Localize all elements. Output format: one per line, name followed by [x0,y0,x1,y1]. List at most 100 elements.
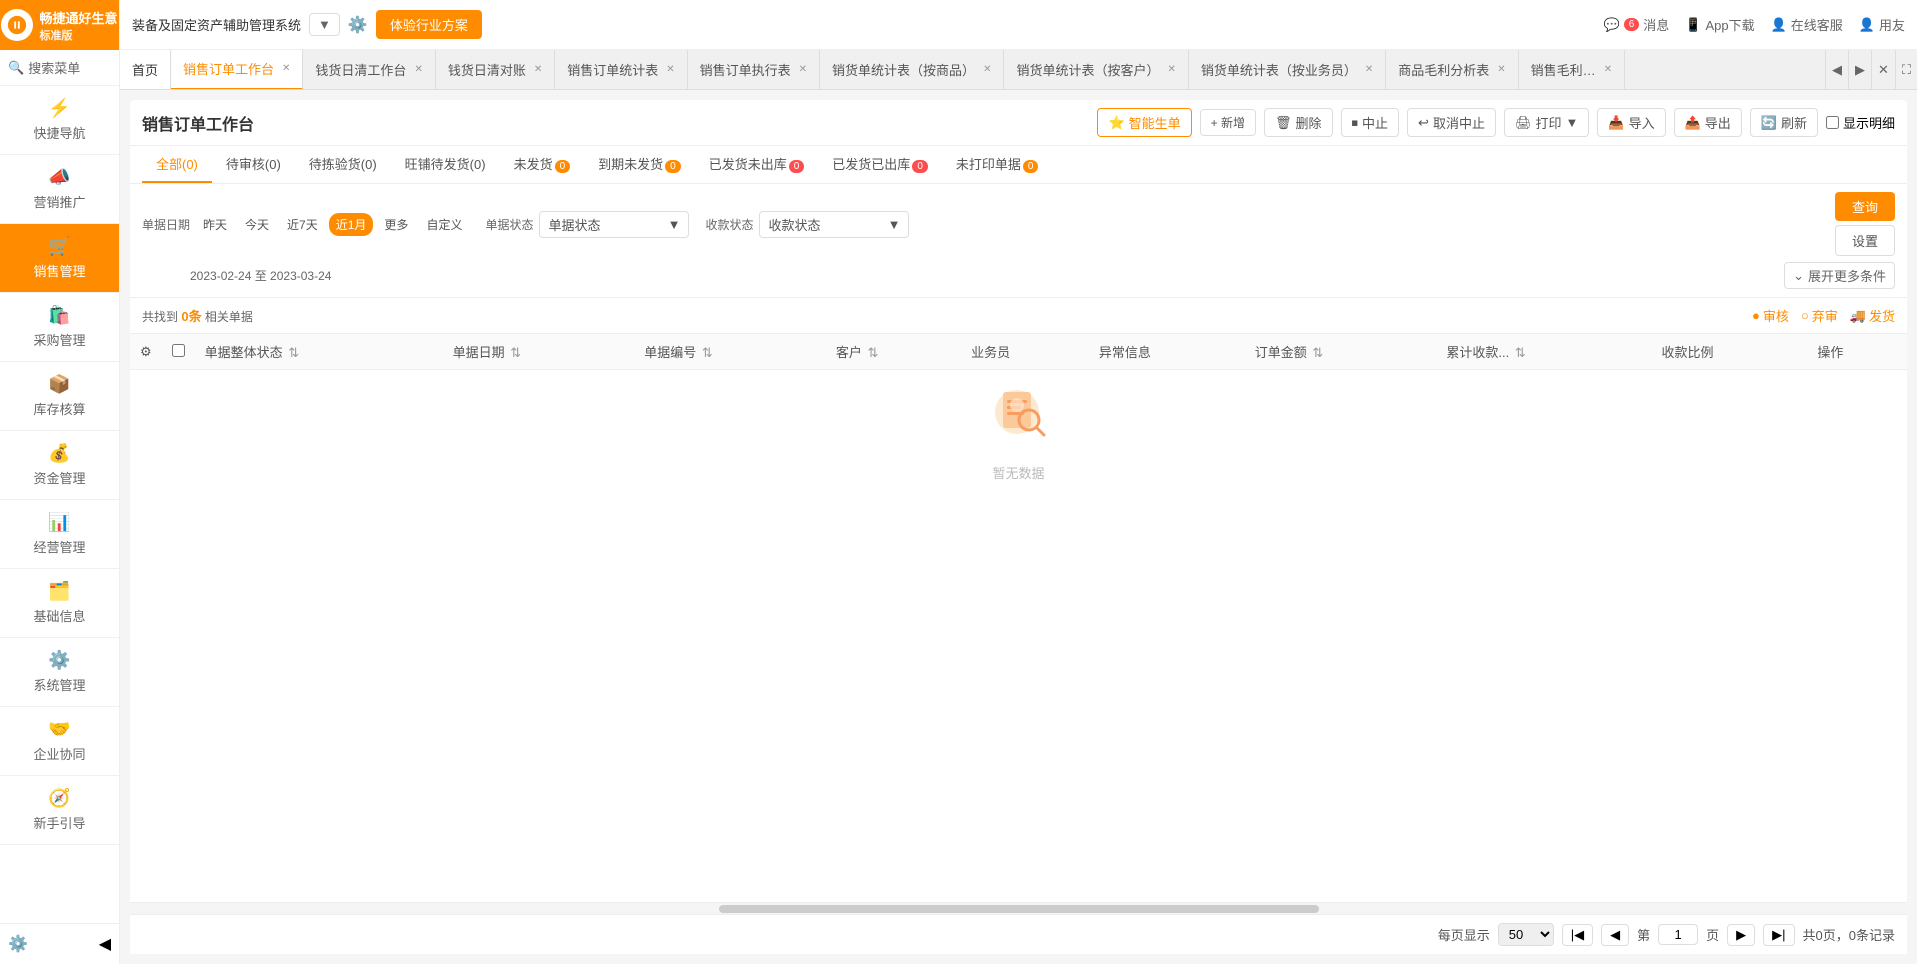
th-checkbox[interactable] [162,334,195,370]
first-page-btn[interactable]: |◀ [1562,924,1593,946]
tab-sales-product[interactable]: 销货单统计表（按商品） ✕ [820,50,1004,90]
last-page-btn[interactable]: ▶| [1763,924,1794,946]
tab-close-all[interactable]: ✕ [1871,50,1895,90]
scroll-bar-area[interactable] [130,902,1907,914]
refresh-btn[interactable]: 🔄 刷新 [1750,108,1818,137]
sidebar-item-marketing[interactable]: 📣 营销推广 [0,155,119,224]
cancel-review-btn[interactable]: ○ 弃审 [1801,306,1838,325]
tab-prev[interactable]: ◀ [1825,50,1848,90]
sidebar-collapse-icon[interactable]: ◀ [99,934,111,954]
tab-sales-margin[interactable]: 销售毛利… ✕ [1519,50,1625,90]
settings-icon[interactable]: ⚙️ [348,15,368,35]
sort-date-icon[interactable]: ⇅ [510,345,521,360]
online-service-item[interactable]: 👤 在线客服 [1771,15,1843,34]
message-item[interactable]: 💬 6 消息 [1604,15,1670,34]
tab-next[interactable]: ▶ [1848,50,1871,90]
sidebar-settings-icon[interactable]: ⚙️ [8,934,28,954]
table-scroll-area[interactable]: ⚙ 单据整体状态 ⇅ 单据日期 ⇅ 单据编号 ⇅ 客户 ⇅ 业务员 异常信息 订… [130,334,1907,902]
th-settings[interactable]: ⚙ [130,334,162,370]
system-dropdown[interactable]: ▼ [309,13,340,36]
tab-sales-exec-close[interactable]: ✕ [799,64,807,75]
sort-customer-icon[interactable]: ⇅ [867,345,878,360]
delete-btn[interactable]: 🗑 删除 [1264,108,1333,137]
tab-sales-staff[interactable]: 销货单统计表（按业务员） ✕ [1189,50,1386,90]
import-btn[interactable]: 📥 导入 [1597,108,1665,137]
date-btn-more[interactable]: 更多 [377,213,415,236]
per-page-select[interactable]: 50 100 200 [1498,923,1554,946]
sidebar-item-system[interactable]: ⚙️ 系统管理 [0,638,119,707]
sidebar-item-sales[interactable]: 🛒 销售管理 [0,224,119,293]
prev-page-btn[interactable]: ◀ [1601,924,1629,946]
tab-cash-reconcile[interactable]: 钱货日清对账 ✕ [436,50,555,90]
next-page-btn[interactable]: ▶ [1727,924,1755,946]
sidebar-search[interactable]: 🔍 搜索菜单 [0,50,119,86]
show-detail-checkbox[interactable] [1826,116,1839,129]
tab-cash-daily-close[interactable]: ✕ [414,64,422,75]
tab-sales-customer-close[interactable]: ✕ [1167,64,1175,75]
select-all-checkbox[interactable] [172,344,185,357]
subtab-wangpu-ship[interactable]: 旺铺待发货(0) [391,146,500,183]
tab-margin-analysis-close[interactable]: ✕ [1497,64,1505,75]
smart-create-btn[interactable]: ⭐ 智能生单 [1097,108,1191,137]
sidebar-item-quicknav[interactable]: ⚡ 快捷导航 [0,86,119,155]
tab-cash-reconcile-close[interactable]: ✕ [534,64,542,75]
date-btn-yesterday[interactable]: 昨天 [196,213,234,236]
sort-status-icon[interactable]: ⇅ [288,345,299,360]
print-btn[interactable]: 🖨 打印 ▼ [1504,108,1589,137]
stop-btn[interactable]: ⏹ 中止 [1341,108,1400,137]
page-input[interactable] [1658,924,1698,945]
tab-maximize[interactable]: ⛶ [1895,50,1917,90]
search-icon: 🔍 [8,60,24,76]
sidebar-item-operations[interactable]: 📊 经营管理 [0,500,119,569]
subtab-not-shipped[interactable]: 未发货0 [500,146,585,183]
expand-btn[interactable]: ⌄ 展开更多条件 [1784,262,1895,289]
cancel-stop-btn[interactable]: ↩ 取消中止 [1407,108,1496,137]
review-btn[interactable]: ● 审核 [1752,306,1789,325]
payment-select[interactable]: 收款状态 ▼ [759,211,909,238]
new-btn[interactable]: + 新增 [1200,109,1256,136]
sidebar-item-enterprise[interactable]: 🤝 企业协同 [0,707,119,776]
tab-sales-staff-close[interactable]: ✕ [1365,64,1373,75]
set-btn[interactable]: 设置 [1835,225,1895,256]
tab-margin-analysis[interactable]: 商品毛利分析表 ✕ [1386,50,1518,90]
finance-icon: 💰 [48,443,70,464]
status-select[interactable]: 单据状态 ▼ [539,211,689,238]
subtab-shipped-not-out[interactable]: 已发货未出库0 [695,146,819,183]
subtab-shipped-out[interactable]: 已发货已出库0 [818,146,942,183]
tab-sales-stats-close[interactable]: ✕ [666,64,674,75]
tab-home[interactable]: 首页 [120,50,171,90]
sidebar-item-guide[interactable]: 🧭 新手引导 [0,776,119,845]
ship-btn[interactable]: 🚚 发货 [1850,306,1895,325]
tab-sales-stats[interactable]: 销售订单统计表 ✕ [555,50,687,90]
show-detail-label[interactable]: 显示明细 [1826,113,1895,132]
sidebar-item-enterprise-label: 企业协同 [33,744,85,763]
sidebar-item-purchase[interactable]: 🛍️ 采购管理 [0,293,119,362]
export-btn[interactable]: 📤 导出 [1674,108,1742,137]
tab-sales-margin-close[interactable]: ✕ [1604,64,1612,75]
tab-sales-workbench-close[interactable]: ✕ [282,63,290,74]
date-btn-7days[interactable]: 近7天 [280,213,325,236]
tab-sales-workbench[interactable]: 销售订单工作台 ✕ [171,50,303,90]
subtab-pending-review[interactable]: 待审核(0) [212,146,295,183]
subtab-pending-check[interactable]: 待拣验货(0) [295,146,391,183]
sort-number-icon[interactable]: ⇅ [702,345,713,360]
query-btn[interactable]: 查询 [1835,192,1895,221]
sidebar-item-inventory[interactable]: 📦 库存核算 [0,362,119,431]
date-btn-1month[interactable]: 近1月 [329,213,374,236]
date-btn-today[interactable]: 今天 [238,213,276,236]
tab-sales-product-close[interactable]: ✕ [983,64,991,75]
sort-amount-icon[interactable]: ⇅ [1312,345,1323,360]
sort-collected-icon[interactable]: ⇅ [1515,345,1526,360]
tab-sales-customer[interactable]: 销货单统计表（按客户） ✕ [1004,50,1188,90]
user-item[interactable]: 👤 用友 [1859,15,1905,34]
date-btn-custom[interactable]: 自定义 [419,213,469,236]
subtab-overdue-ship[interactable]: 到期未发货0 [584,146,695,183]
subtab-not-printed[interactable]: 未打印单据0 [942,146,1053,183]
sidebar-item-base[interactable]: 🗂️ 基础信息 [0,569,119,638]
subtab-all[interactable]: 全部(0) [142,146,212,183]
tab-sales-exec[interactable]: 销售订单执行表 ✕ [688,50,820,90]
industry-btn[interactable]: 体验行业方案 [376,10,482,39]
tab-cash-daily[interactable]: 钱货日清工作台 ✕ [303,50,435,90]
app-download-item[interactable]: 📱 App下载 [1685,15,1754,34]
sidebar-item-finance[interactable]: 💰 资金管理 [0,431,119,500]
